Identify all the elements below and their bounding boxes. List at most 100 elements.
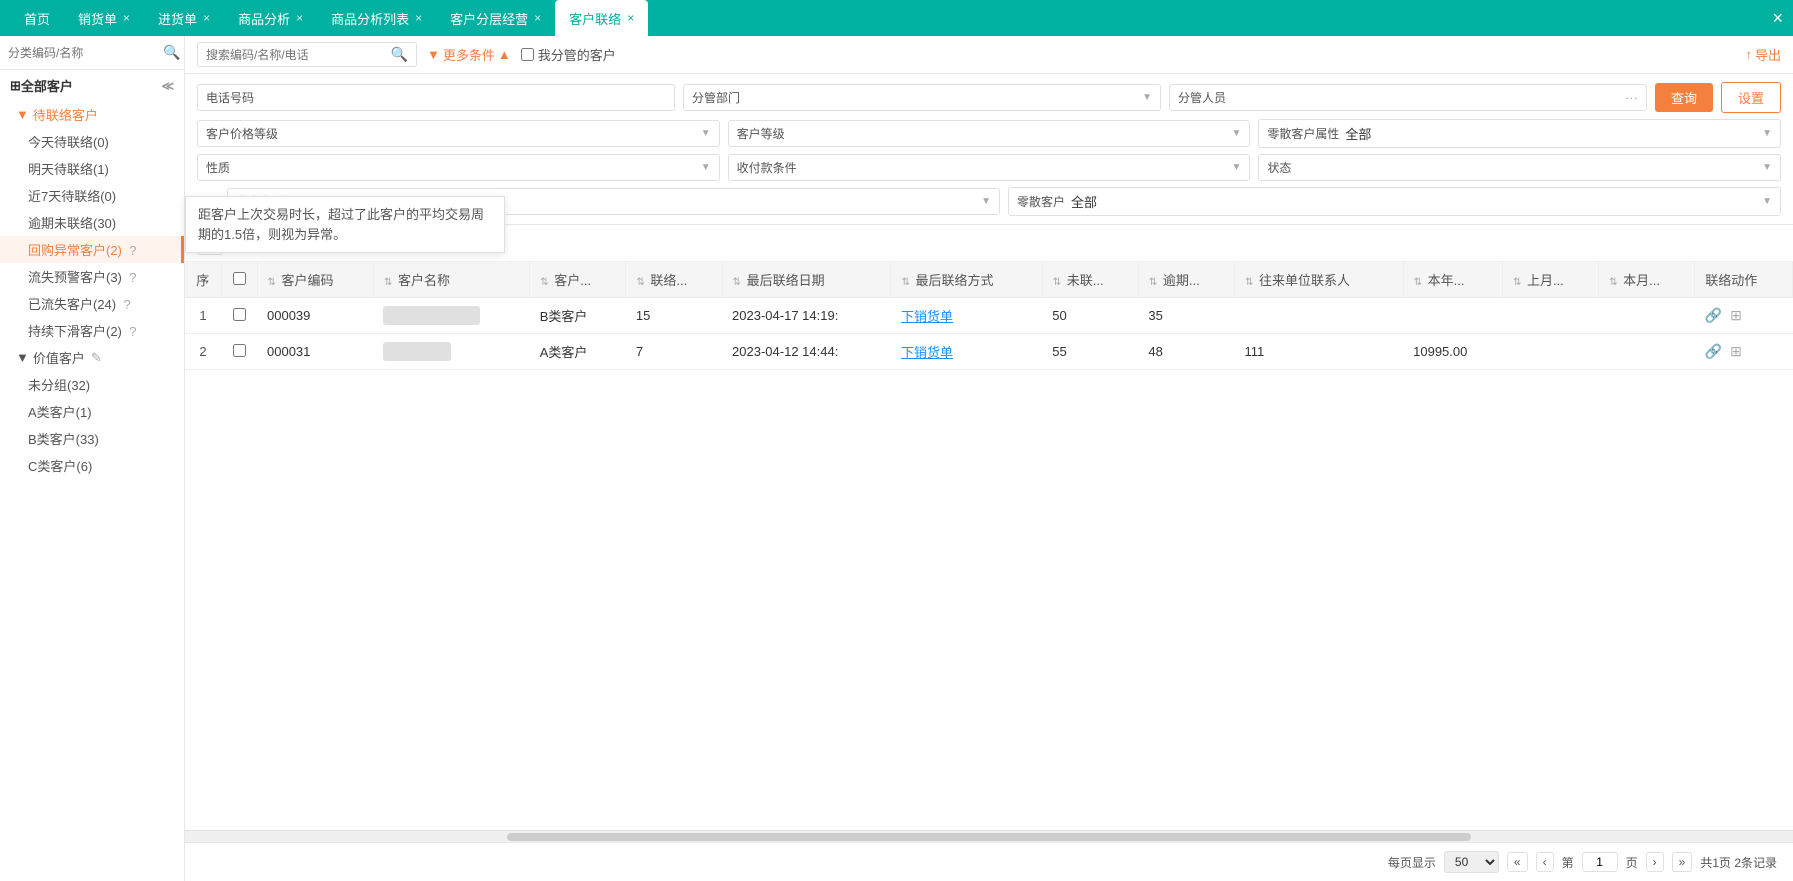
edit-icon[interactable]: ✎ bbox=[91, 350, 102, 366]
row2-num: 2 bbox=[185, 334, 221, 370]
division-dept-field[interactable]: 分管部门 ▼ bbox=[683, 84, 1161, 111]
already-lost-help-icon[interactable]: ? bbox=[123, 297, 130, 312]
collapse-icon[interactable]: ≪ bbox=[161, 79, 174, 93]
scattered-attr-field[interactable]: 零散客户属性 全部 ▼ bbox=[1258, 119, 1781, 148]
col-last-contact-type[interactable]: ⇅ 最后联络方式 bbox=[891, 262, 1042, 298]
close-product-analysis-icon[interactable]: × bbox=[296, 11, 303, 25]
sidebar-item-ungroup[interactable]: 未分组(32) bbox=[0, 371, 184, 398]
table-row: 2 000031 ███ A类客户 7 2023-04-12 14:44: 下销… bbox=[185, 334, 1793, 370]
row2-uncontacted: 55 bbox=[1042, 334, 1138, 370]
row2-grid-icon[interactable]: ⊞ bbox=[1730, 343, 1742, 360]
payment-field[interactable]: 收付款条件 ▼ bbox=[728, 154, 1251, 181]
sidebar-search-icon[interactable]: 🔍 bbox=[163, 44, 180, 61]
row2-checkbox-cell bbox=[221, 334, 257, 370]
nature-field[interactable]: 性质 ▼ bbox=[197, 154, 720, 181]
row1-contact: 15 bbox=[626, 298, 722, 334]
window-close-button[interactable]: × bbox=[1772, 8, 1783, 29]
sidebar-item-already-lost[interactable]: 已流失客户(24) ? bbox=[0, 290, 184, 317]
scattered-customer-field[interactable]: 零散客户 全部 ▼ bbox=[1008, 187, 1781, 216]
sidebar-item-a-class[interactable]: A类客户(1) bbox=[0, 398, 184, 425]
nav-product-analysis-list[interactable]: 商品分析列表 × bbox=[317, 0, 436, 36]
sidebar-item-7day-pending[interactable]: 近7天待联络(0) bbox=[0, 182, 184, 209]
col-unit-contact[interactable]: ⇅ 往来单位联系人 bbox=[1235, 262, 1404, 298]
all-customers-header[interactable]: ⊞ 全部客户 ≪ bbox=[0, 70, 184, 101]
per-page-select[interactable]: 50 100 200 bbox=[1444, 851, 1499, 873]
col-name[interactable]: ⇅ 客户名称 bbox=[373, 262, 529, 298]
nav-product-analysis[interactable]: 商品分析 × bbox=[224, 0, 317, 36]
nav-customer-segment[interactable]: 客户分层经营 × bbox=[436, 0, 555, 36]
first-page-button[interactable]: « bbox=[1507, 852, 1528, 872]
col-this-month[interactable]: ⇅ 本月... bbox=[1599, 262, 1695, 298]
chevron-down-icon: ▼ bbox=[1142, 92, 1152, 103]
sidebar-search-input[interactable] bbox=[8, 46, 163, 60]
nav-home[interactable]: 首页 bbox=[10, 0, 64, 36]
row2-contact-type-link[interactable]: 下销货单 bbox=[901, 345, 953, 360]
row1-grid-icon[interactable]: ⊞ bbox=[1730, 307, 1742, 324]
col-num: 序 bbox=[185, 262, 221, 298]
search-input[interactable] bbox=[206, 48, 391, 62]
col-contact[interactable]: ⇅ 联络... bbox=[626, 262, 722, 298]
chevron-down-icon-7: ▼ bbox=[1762, 162, 1772, 173]
query-button[interactable]: 查询 bbox=[1655, 83, 1713, 112]
repurchase-help-icon[interactable]: ? bbox=[129, 243, 136, 258]
sidebar-item-lost-preview[interactable]: 流失预警客户(3) ? bbox=[0, 263, 184, 290]
table-scroll-container[interactable]: 序 ⇅ 客户编码 ⇅ 客户名称 ⇅ bbox=[185, 262, 1793, 830]
row2-last-contact-date: 2023-04-12 14:44: bbox=[722, 334, 891, 370]
row2-last-contact-type[interactable]: 下销货单 bbox=[891, 334, 1042, 370]
customer-level-field[interactable]: 客户等级 ▼ bbox=[728, 120, 1251, 147]
close-customer-segment-icon[interactable]: × bbox=[534, 11, 541, 25]
select-all-checkbox[interactable] bbox=[233, 272, 246, 285]
chevron-down-icon-4: ▼ bbox=[1762, 128, 1772, 139]
scroll-thumb[interactable] bbox=[507, 833, 1472, 841]
close-product-analysis-list-icon[interactable]: × bbox=[415, 11, 422, 25]
sidebar-item-repurchase-abnormal[interactable]: 回购异常客户(2) ? bbox=[0, 236, 184, 263]
my-customers-checkbox[interactable] bbox=[521, 48, 534, 61]
status-field[interactable]: 状态 ▼ bbox=[1258, 154, 1781, 181]
search-icon[interactable]: 🔍 bbox=[391, 46, 408, 63]
next-page-button[interactable]: › bbox=[1646, 852, 1664, 872]
col-uncontacted[interactable]: ⇅ 未联... bbox=[1042, 262, 1138, 298]
col-category[interactable]: ⇅ 客户... bbox=[530, 262, 626, 298]
nav-sales-order[interactable]: 销货单 × bbox=[64, 0, 144, 36]
row1-last-contact-type[interactable]: 下销货单 bbox=[891, 298, 1042, 334]
sidebar-item-overdue-pending[interactable]: 逾期未联络(30) bbox=[0, 209, 184, 236]
sidebar-item-keep-down[interactable]: 持续下滑客户(2) ? bbox=[0, 317, 184, 344]
division-person-field[interactable]: 分管人员 ··· bbox=[1169, 84, 1647, 111]
export-button[interactable]: ↑ 导出 bbox=[1745, 45, 1781, 64]
price-level-field[interactable]: 客户价格等级 ▼ bbox=[197, 120, 720, 147]
row2-checkbox[interactable] bbox=[233, 344, 246, 357]
last-page-button[interactable]: » bbox=[1672, 852, 1693, 872]
sidebar-item-c-class[interactable]: C类客户(6) bbox=[0, 452, 184, 479]
nav-customer-contact[interactable]: 客户联络 × bbox=[555, 0, 648, 36]
col-last-month[interactable]: ⇅ 上月... bbox=[1502, 262, 1598, 298]
phone-number-field[interactable]: 电话号码 bbox=[197, 84, 675, 111]
close-purchase-order-icon[interactable]: × bbox=[203, 11, 210, 25]
pending-section-title[interactable]: ▼ 待联络客户 bbox=[0, 101, 184, 128]
sidebar-item-tomorrow-pending[interactable]: 明天待联络(1) bbox=[0, 155, 184, 182]
row2-action: 🔗 ⊞ bbox=[1695, 334, 1793, 370]
col-this-year[interactable]: ⇅ 本年... bbox=[1403, 262, 1502, 298]
horizontal-scrollbar[interactable] bbox=[185, 830, 1793, 842]
row1-checkbox[interactable] bbox=[233, 308, 246, 321]
more-conditions-button[interactable]: ▼ 更多条件 ▲ bbox=[427, 45, 511, 64]
row1-contact-type-link[interactable]: 下销货单 bbox=[901, 309, 953, 324]
prev-page-button[interactable]: ‹ bbox=[1536, 852, 1554, 872]
keep-down-help-icon[interactable]: ? bbox=[129, 324, 136, 339]
col-last-contact-date[interactable]: ⇅ 最后联络日期 bbox=[722, 262, 891, 298]
col-overdue[interactable]: ⇅ 逾期... bbox=[1138, 262, 1234, 298]
sidebar-item-today-pending[interactable]: 今天待联络(0) bbox=[0, 128, 184, 155]
row1-code: 000039 bbox=[257, 298, 373, 334]
col-code[interactable]: ⇅ 客户编码 bbox=[257, 262, 373, 298]
row1-this-year bbox=[1403, 298, 1502, 334]
close-customer-contact-icon[interactable]: × bbox=[627, 11, 634, 25]
set-button[interactable]: 设置 bbox=[1721, 82, 1781, 113]
value-customers-section[interactable]: ▼ 价值客户 ✎ bbox=[0, 344, 184, 371]
page-number-input[interactable] bbox=[1582, 852, 1618, 872]
row1-link-icon[interactable]: 🔗 bbox=[1705, 307, 1722, 324]
close-sales-order-icon[interactable]: × bbox=[123, 11, 130, 25]
nav-purchase-order[interactable]: 进货单 × bbox=[144, 0, 224, 36]
row2-this-month bbox=[1599, 334, 1695, 370]
row2-link-icon[interactable]: 🔗 bbox=[1705, 343, 1722, 360]
sidebar-item-b-class[interactable]: B类客户(33) bbox=[0, 425, 184, 452]
lost-preview-help-icon[interactable]: ? bbox=[129, 270, 136, 285]
